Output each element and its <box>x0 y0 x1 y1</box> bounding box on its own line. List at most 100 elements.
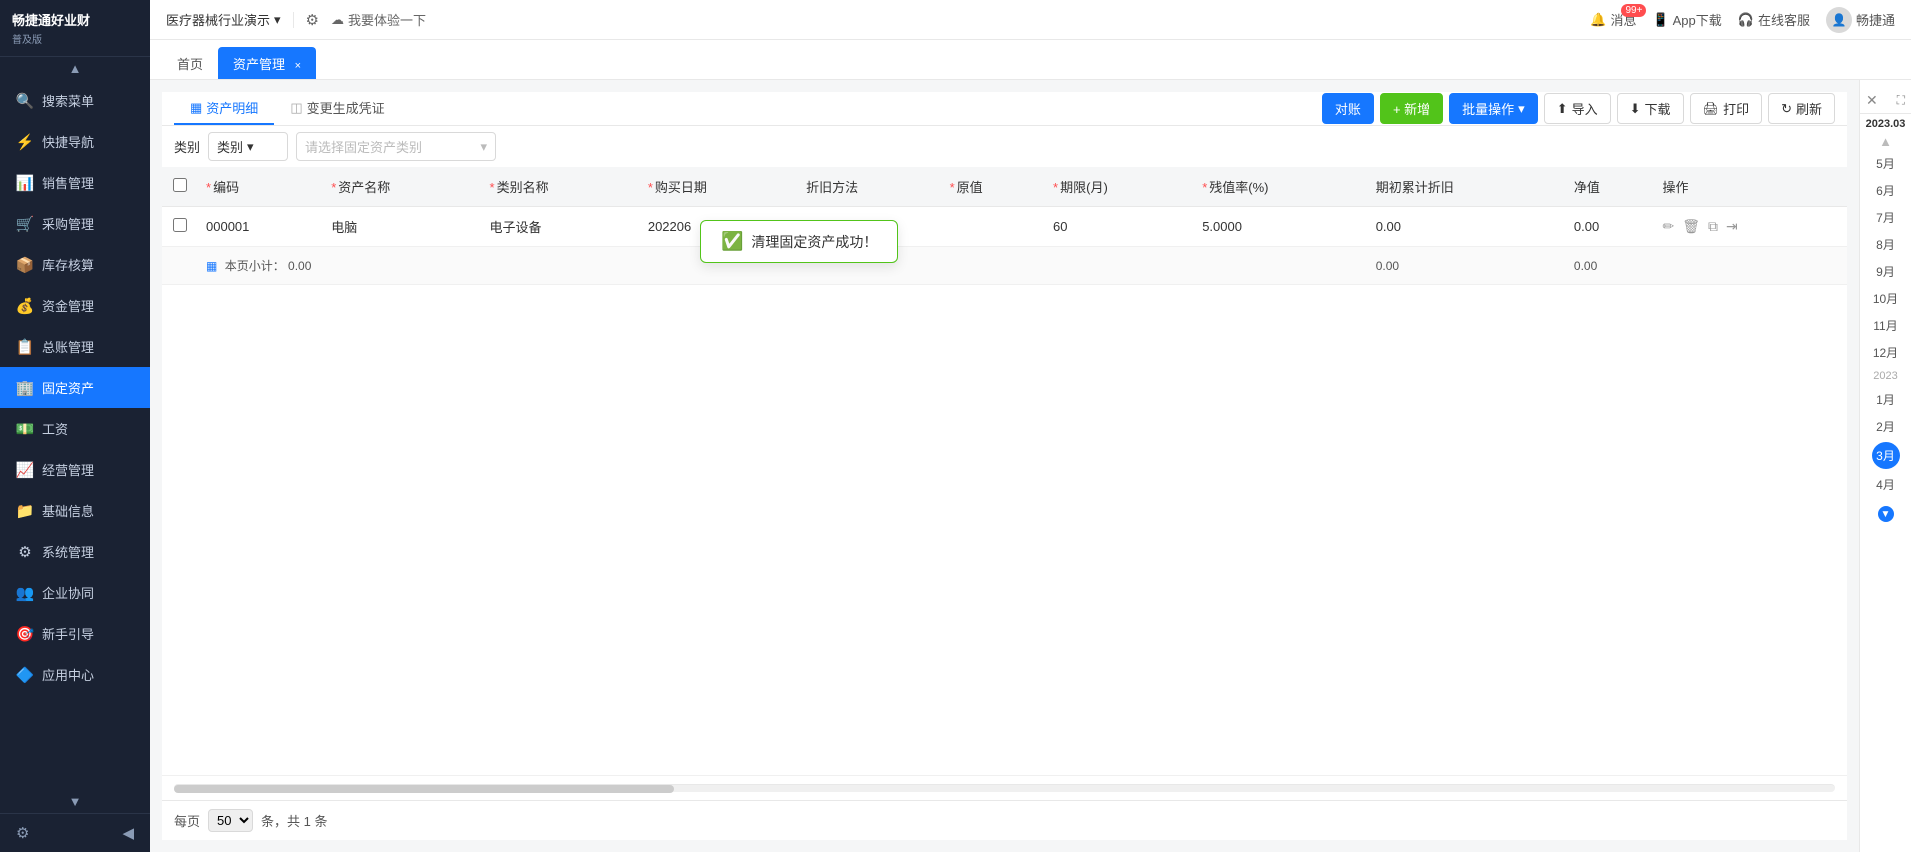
edit-icon[interactable]: ✏ <box>1663 218 1675 235</box>
sidebar-item-label: 库存核算 <box>42 255 94 274</box>
sidebar-item-label: 固定资产 <box>42 378 94 397</box>
per-page-select[interactable]: 50 <box>208 809 253 832</box>
notifications-button[interactable]: 🔔 消息 99+ <box>1590 10 1636 29</box>
row-opening-accumulated: 0.00 <box>1368 207 1566 247</box>
sidebar-item-funds[interactable]: 💰 资金管理 <box>0 285 150 326</box>
management-icon: 📈 <box>16 461 34 479</box>
sidebar-bottom: ⚙ ◀ <box>0 813 150 852</box>
sidebar-item-label: 销售管理 <box>42 173 94 192</box>
sidebar-item-inventory[interactable]: 📦 库存核算 <box>0 244 150 285</box>
success-icon: ✅ <box>721 231 743 252</box>
category-input[interactable]: 请选择固定资产类别 ▾ <box>296 132 496 161</box>
sidebar-item-management[interactable]: 📈 经营管理 <box>0 449 150 490</box>
toolbar-area: 对账 + 新增 批量操作 ▾ ⬆ 导入 <box>1322 93 1835 124</box>
user-menu[interactable]: 👤 畅捷通 <box>1826 7 1895 33</box>
sidebar-item-app-center[interactable]: 🔷 应用中心 <box>0 654 150 695</box>
row-residual-rate: 5.0000 <box>1194 207 1368 247</box>
sidebar-item-sales[interactable]: 📊 销售管理 <box>0 162 150 203</box>
month-10[interactable]: 10月 <box>1864 285 1907 312</box>
month-5[interactable]: 5月 <box>1864 150 1907 177</box>
experience-button[interactable]: ☁ 我要体验一下 <box>331 10 426 29</box>
toast-message: 清理固定资产成功！ <box>751 232 877 252</box>
sidebar-item-purchase[interactable]: 🛒 采购管理 <box>0 203 150 244</box>
tab-asset-label: 资产管理 <box>233 57 285 72</box>
import-button[interactable]: ⬆ 导入 <box>1544 93 1611 124</box>
right-panel: ✕ ⛶ 2023.03 ▲ 5月 6月 7月 8月 9月 10月 11月 12月… <box>1859 80 1911 852</box>
sidebar-scroll-up[interactable]: ▲ <box>0 57 150 80</box>
tab-close-icon[interactable]: × <box>295 60 301 72</box>
refresh-button[interactable]: ↻ 刷新 <box>1768 93 1835 124</box>
sidebar-item-salary[interactable]: 💵 工资 <box>0 408 150 449</box>
sidebar-item-quicknav[interactable]: ⚡ 快捷导航 <box>0 121 150 162</box>
reconcile-button[interactable]: 对账 <box>1322 93 1374 124</box>
refresh-label: 刷新 <box>1796 99 1822 118</box>
month-4[interactable]: 4月 <box>1864 471 1907 498</box>
cloud-icon: ☁ <box>331 12 344 28</box>
sidebar-item-fixed-assets[interactable]: 🏢 固定资产 <box>0 367 150 408</box>
refresh-icon: ↻ <box>1781 101 1792 117</box>
month-list-curr: 1月 2月 3月 4月 <box>1860 386 1911 498</box>
tab-home-label: 首页 <box>177 57 203 72</box>
funds-icon: 💰 <box>16 297 34 315</box>
app-download-button[interactable]: 📱 App下载 <box>1652 10 1721 29</box>
month-8[interactable]: 8月 <box>1864 231 1907 258</box>
chevron-down-icon: ▾ <box>247 139 254 155</box>
delete-icon[interactable]: 🗑 <box>1682 218 1700 235</box>
row-checkbox[interactable] <box>173 218 187 232</box>
batch-ops-button[interactable]: 批量操作 ▾ <box>1449 93 1538 124</box>
sidebar-item-label: 新手引导 <box>42 624 94 643</box>
select-all-checkbox[interactable] <box>173 178 187 192</box>
sidebar-item-ledger[interactable]: 📋 总账管理 <box>0 326 150 367</box>
settings-icon[interactable]: ⚙ <box>306 11 319 29</box>
tab-home[interactable]: 首页 <box>166 47 214 79</box>
month-12[interactable]: 12月 <box>1864 339 1907 366</box>
row-checkbox-cell[interactable] <box>162 207 198 247</box>
category-type-select[interactable]: 类别 ▾ <box>208 132 288 161</box>
subtotal-action-empty <box>1655 247 1847 285</box>
sidebar-item-system[interactable]: ⚙ 系统管理 <box>0 531 150 572</box>
month-7[interactable]: 7月 <box>1864 204 1907 231</box>
col-period: *期限(月) <box>1045 167 1194 207</box>
sidebar-item-basic-info[interactable]: 📁 基础信息 <box>0 490 150 531</box>
download-icon: ⬇ <box>1630 101 1641 117</box>
sidebar-item-guide[interactable]: 🎯 新手引导 <box>0 613 150 654</box>
sub-tab-asset-detail[interactable]: ▦ 资产明细 <box>174 92 274 125</box>
copy-icon[interactable]: ⧉ <box>1708 218 1718 235</box>
tab-asset-management[interactable]: 资产管理 × <box>218 47 316 79</box>
month-3-active[interactable]: 3月 <box>1872 442 1900 469</box>
scroll-up-icon[interactable]: ▲ <box>1878 134 1894 150</box>
row-period: 60 <box>1045 207 1194 247</box>
right-panel-expand-icon[interactable]: ⛶ <box>1897 93 1905 108</box>
collapse-icon[interactable]: ◀ <box>122 824 134 842</box>
online-service-button[interactable]: 🎧 在线客服 <box>1738 10 1810 29</box>
scroll-down-button[interactable]: ▼ <box>1878 506 1894 522</box>
month-6[interactable]: 6月 <box>1864 177 1907 204</box>
company-selector[interactable]: 医疗器械行业演示 ▾ <box>166 10 281 29</box>
select-all-header[interactable] <box>162 167 198 207</box>
month-2[interactable]: 2月 <box>1864 413 1907 440</box>
download-button[interactable]: ⬇ 下载 <box>1617 93 1684 124</box>
sub-tab-change-voucher[interactable]: ◫ 变更生成凭证 <box>274 92 400 125</box>
month-1[interactable]: 1月 <box>1864 386 1907 413</box>
per-page-label: 每页 <box>174 811 200 830</box>
more-icon[interactable]: ⇥ <box>1726 218 1738 235</box>
notifications-badge: 99+ <box>1621 4 1646 17</box>
sidebar-scroll-down[interactable]: ▼ <box>0 790 150 813</box>
sidebar-item-collab[interactable]: 👥 企业协同 <box>0 572 150 613</box>
subtotal-opening: 0.00 <box>1368 247 1566 285</box>
horizontal-scrollbar[interactable] <box>162 775 1847 800</box>
right-panel-close-icon[interactable]: ✕ <box>1866 92 1878 109</box>
asset-table: *编码 *资产名称 *类别名称 *购买日期 折旧方法 *原值 *期限(月) *残… <box>162 167 1847 285</box>
sidebar-logo: 畅捷通好业财 普及版 <box>0 0 150 57</box>
experience-label: 我要体验一下 <box>348 10 426 29</box>
settings-icon[interactable]: ⚙ <box>16 824 29 842</box>
sidebar-item-label: 快捷导航 <box>42 132 94 151</box>
print-button[interactable]: 🖨 打印 <box>1690 93 1763 124</box>
col-net-value: 净值 <box>1566 167 1655 207</box>
main-content: 医疗器械行业演示 ▾ ⚙ ☁ 我要体验一下 🔔 消息 99+ 📱 App下载 🎧… <box>150 0 1911 852</box>
new-button[interactable]: + 新增 <box>1380 93 1443 124</box>
avatar: 👤 <box>1826 7 1852 33</box>
month-11[interactable]: 11月 <box>1864 312 1907 339</box>
sidebar-item-search[interactable]: 🔍 搜索菜单 <box>0 80 150 121</box>
month-9[interactable]: 9月 <box>1864 258 1907 285</box>
